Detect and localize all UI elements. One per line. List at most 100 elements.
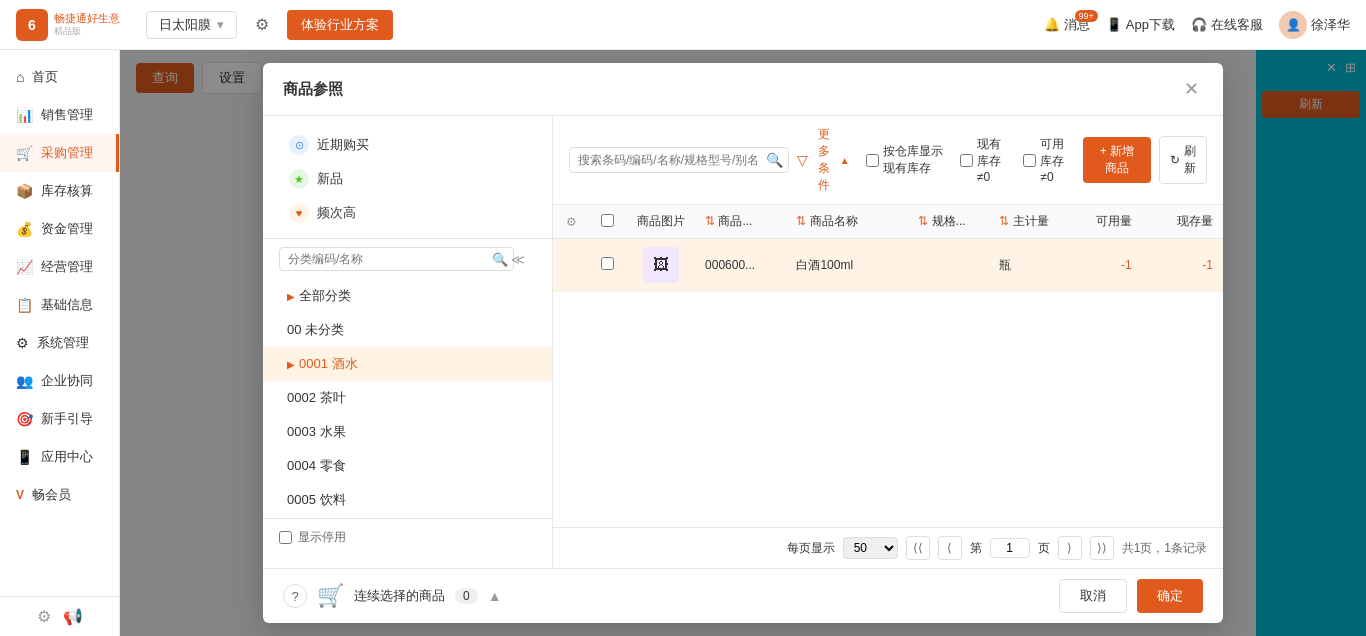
refresh-icon: ↻	[1170, 153, 1180, 167]
filter-check-warehouse[interactable]: 按仓库显示现有库存	[866, 143, 948, 177]
sidebar-item-member[interactable]: V 畅会员	[0, 476, 119, 514]
cart-icon: 🛒	[317, 583, 344, 608]
sidebar-speaker-icon[interactable]: 📢	[63, 607, 83, 626]
logo-area: 6 畅捷通好生意 精品版	[16, 9, 136, 41]
quick-link-new[interactable]: ★ 新品	[279, 162, 536, 196]
collapse-icon[interactable]: ≪	[508, 249, 528, 269]
row-select-checkbox[interactable]	[601, 257, 614, 270]
sales-icon: 📊	[16, 107, 33, 123]
sidebar-item-guide[interactable]: 🎯 新手引导	[0, 400, 119, 438]
purchase-icon: 🛒	[16, 145, 33, 161]
sidebar-item-sales[interactable]: 📊 销售管理	[0, 96, 119, 134]
sidebar-bottom: ⚙ 📢	[0, 596, 119, 636]
sidebar-item-inventory[interactable]: 📦 库存核算	[0, 172, 119, 210]
filter-options: 按仓库显示现有库存 现有库存≠0 可用库存≠0	[866, 136, 1075, 184]
page-input[interactable]	[990, 538, 1030, 558]
avatar: 👤	[1279, 11, 1307, 39]
modal-close-button[interactable]: ✕	[1179, 77, 1203, 101]
dropdown-arrow-icon: ▾	[217, 17, 224, 32]
sort-name-icon: ⇅	[796, 214, 806, 228]
page-label: 第	[970, 540, 982, 557]
member-icon: V	[16, 488, 24, 502]
next-page-btn[interactable]: ⟩	[1058, 536, 1082, 560]
notification-badge: 99+	[1075, 10, 1098, 22]
cat-item-tea[interactable]: 0002 茶叶	[263, 381, 552, 415]
cat-item-unclassified[interactable]: 00 未分类	[263, 313, 552, 347]
recent-icon: ⊙	[289, 135, 309, 155]
product-search-input[interactable]	[569, 147, 789, 173]
cancel-button[interactable]: 取消	[1059, 579, 1127, 613]
sidebar-item-system[interactable]: ⚙ 系统管理	[0, 324, 119, 362]
basic-info-icon: 📋	[16, 297, 33, 313]
ops-icon: 📈	[16, 259, 33, 275]
pagination: 每页显示 50 100 200 ⟨⟨ ⟨ 第 页 ⟩	[553, 527, 1223, 568]
sidebar-item-operations[interactable]: 📈 经营管理	[0, 248, 119, 286]
row-code: 000600...	[695, 239, 786, 292]
new-icon: ★	[289, 169, 309, 189]
cart-icon-wrap[interactable]: 🛒	[317, 583, 344, 609]
divider-1	[263, 238, 552, 239]
col-name-header: ⇅ 商品名称	[786, 205, 908, 239]
sidebar-item-purchase[interactable]: 🛒 采购管理	[0, 134, 119, 172]
table-row[interactable]: 🖼 000600... 白酒100ml 瓶 -1 -1	[553, 239, 1223, 292]
quick-link-frequent[interactable]: ♥ 频次高	[279, 196, 536, 230]
category-search-area: 🔍 ≪	[263, 247, 552, 279]
cart-label: 连续选择的商品	[354, 587, 445, 605]
settings-icon[interactable]: ⚙	[247, 10, 277, 40]
cat-item-drink[interactable]: 0005 饮料	[263, 483, 552, 517]
row-unit: 瓶	[989, 239, 1060, 292]
app-download-item[interactable]: 📱 App下载	[1106, 16, 1175, 34]
last-page-btn[interactable]: ⟩⟩	[1090, 536, 1114, 560]
cat-item-snack[interactable]: 0004 零食	[263, 449, 552, 483]
sidebar-item-basic-info[interactable]: 📋 基础信息	[0, 286, 119, 324]
refresh-btn[interactable]: ↻ 刷新	[1159, 136, 1207, 184]
cat-item-wine[interactable]: ▶ 0001 酒水	[263, 347, 552, 381]
warehouse-checkbox[interactable]	[866, 154, 879, 167]
category-search-input[interactable]	[279, 247, 514, 271]
page-size-select[interactable]: 50 100 200	[843, 537, 898, 559]
avail-ne0-checkbox[interactable]	[1023, 154, 1036, 167]
filter-more-btn[interactable]: ▽ 更多条件 ▲	[797, 126, 850, 194]
modal-overlay: 商品参照 ✕ ⊙ 近期购买 ★ 新	[120, 50, 1366, 636]
apps-icon: 📱	[16, 449, 33, 465]
store-dropdown[interactable]: 日太阳膜 ▾	[146, 11, 237, 39]
user-item[interactable]: 👤 徐泽华	[1279, 11, 1350, 39]
prev-page-btn[interactable]: ⟨	[938, 536, 962, 560]
sidebar-item-apps[interactable]: 📱 应用中心	[0, 438, 119, 476]
notification-item[interactable]: 🔔 消息 99+	[1044, 16, 1090, 34]
sidebar-settings-icon[interactable]: ⚙	[37, 607, 51, 626]
row-spec	[908, 239, 989, 292]
row-checkbox[interactable]	[590, 239, 627, 292]
table-gear-icon[interactable]: ⚙	[566, 215, 577, 229]
sidebar-item-enterprise[interactable]: 👥 企业协同	[0, 362, 119, 400]
bell-icon: 🔔	[1044, 17, 1060, 32]
filter-check-stock-ne0[interactable]: 现有库存≠0	[960, 136, 1012, 184]
select-all-checkbox[interactable]	[601, 214, 614, 227]
modal-header: 商品参照 ✕	[263, 63, 1223, 116]
top-nav: 6 畅捷通好生意 精品版 日太阳膜 ▾ ⚙ 体验行业方案 🔔 消息 99+ 📱 …	[0, 0, 1366, 50]
product-search-icon[interactable]: 🔍	[766, 152, 783, 168]
stock-ne0-checkbox[interactable]	[960, 154, 973, 167]
sidebar-item-finance[interactable]: 💰 资金管理	[0, 210, 119, 248]
modal-right-panel: 🔍 ▽ 更多条件 ▲ 按仓库显示现有库存	[553, 116, 1223, 568]
system-icon: ⚙	[16, 335, 29, 351]
show-disabled-checkbox[interactable]	[279, 531, 292, 544]
category-search-icon[interactable]: 🔍	[492, 252, 508, 267]
footer-up-icon[interactable]: ▲	[488, 588, 502, 604]
page-info: 共1页，1条记录	[1122, 540, 1207, 557]
add-product-btn[interactable]: + 新增商品	[1083, 137, 1151, 183]
experience-btn[interactable]: 体验行业方案	[287, 10, 393, 40]
sidebar-item-home[interactable]: ⌂ 首页	[0, 58, 119, 96]
confirm-button[interactable]: 确定	[1137, 579, 1203, 613]
cat-item-all[interactable]: ▶ 全部分类	[263, 279, 552, 313]
filter-check-avail-ne0[interactable]: 可用库存≠0	[1023, 136, 1075, 184]
quick-link-recent[interactable]: ⊙ 近期购买	[279, 128, 536, 162]
first-page-btn[interactable]: ⟨⟨	[906, 536, 930, 560]
online-service-item[interactable]: 🎧 在线客服	[1191, 16, 1263, 34]
search-bar: 🔍 ▽ 更多条件 ▲ 按仓库显示现有库存	[553, 116, 1223, 205]
filter-arrow-icon: ▲	[840, 155, 850, 166]
cat-item-fruit[interactable]: 0003 水果	[263, 415, 552, 449]
col-unit-header: ⇅ 主计量	[989, 205, 1060, 239]
help-icon[interactable]: ?	[283, 584, 307, 608]
logo-sub: 精品版	[54, 25, 120, 38]
